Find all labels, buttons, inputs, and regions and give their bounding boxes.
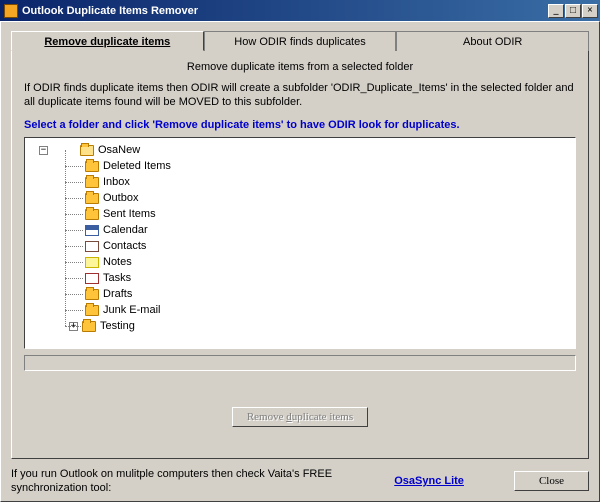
- tree-item-label: Sent Items: [103, 208, 156, 220]
- contacts-icon: [85, 241, 99, 252]
- tree-item[interactable]: Notes: [85, 254, 569, 270]
- tree-item[interactable]: Sent Items: [85, 206, 569, 222]
- tree-root[interactable]: − OsaNew: [39, 142, 569, 158]
- app-icon: [4, 4, 18, 18]
- collapse-icon[interactable]: −: [39, 146, 48, 155]
- progress-bar: [24, 355, 576, 371]
- notes-icon: [85, 257, 99, 268]
- tree-root-label: OsaNew: [98, 144, 140, 156]
- tree-item[interactable]: +Testing: [85, 318, 569, 334]
- window-close-button[interactable]: ×: [582, 4, 598, 18]
- tab-panel: Remove duplicate items from a selected f…: [11, 50, 589, 459]
- folder-icon: [85, 193, 99, 204]
- footer-bar: If you run Outlook on mulitple computers…: [11, 467, 589, 495]
- tab-hotkey: A: [463, 36, 470, 48]
- tree-item[interactable]: Tasks: [85, 270, 569, 286]
- minimize-button[interactable]: _: [548, 4, 564, 18]
- tree-item[interactable]: Drafts: [85, 286, 569, 302]
- panel-subtitle: Remove duplicate items from a selected f…: [24, 61, 576, 73]
- tab-label: ow ODIR finds duplicates: [242, 36, 366, 48]
- window-title: Outlook Duplicate Items Remover: [22, 5, 548, 17]
- folder-open-icon: [80, 145, 94, 156]
- tree-item-label: Junk E-mail: [103, 304, 160, 316]
- client-area: Remove duplicate items How ODIR finds du…: [0, 21, 600, 502]
- tab-label: Remove duplicate items: [44, 36, 170, 48]
- tree-item-label: Calendar: [103, 224, 148, 236]
- close-button[interactable]: Close: [514, 471, 589, 491]
- tree-item[interactable]: Junk E-mail: [85, 302, 569, 318]
- tree-item-label: Deleted Items: [103, 160, 171, 172]
- tab-about-odir[interactable]: About ODIR: [396, 31, 589, 51]
- osasync-lite-link[interactable]: OsaSync Lite: [364, 475, 494, 487]
- expand-icon[interactable]: +: [69, 322, 78, 331]
- folder-icon: [82, 321, 96, 332]
- tree-item[interactable]: Deleted Items: [85, 158, 569, 174]
- tree-item[interactable]: Outbox: [85, 190, 569, 206]
- tree-item-label: Inbox: [103, 176, 130, 188]
- button-label: Remove duplicate items: [247, 411, 353, 423]
- tab-how-odir-finds[interactable]: How ODIR finds duplicates: [204, 31, 397, 51]
- folder-icon: [85, 305, 99, 316]
- tree-item[interactable]: Calendar: [85, 222, 569, 238]
- tree-item-label: Notes: [103, 256, 132, 268]
- tab-remove-duplicates[interactable]: Remove duplicate items: [11, 31, 204, 51]
- footer-text: If you run Outlook on mulitple computers…: [11, 467, 344, 495]
- folder-icon: [85, 177, 99, 188]
- tasks-icon: [85, 273, 99, 284]
- maximize-button[interactable]: □: [565, 4, 581, 18]
- panel-help: If ODIR finds duplicate items then ODIR …: [24, 81, 576, 109]
- tab-hotkey: H: [234, 36, 242, 48]
- tree-item-label: Contacts: [103, 240, 146, 252]
- tab-label: bout ODIR: [470, 36, 522, 48]
- folder-icon: [85, 161, 99, 172]
- folder-icon: [85, 209, 99, 220]
- window-titlebar: Outlook Duplicate Items Remover _ □ ×: [0, 0, 600, 21]
- calendar-icon: [85, 225, 99, 236]
- tree-item[interactable]: Contacts: [85, 238, 569, 254]
- tree-item-label: Outbox: [103, 192, 138, 204]
- folder-icon: [85, 289, 99, 300]
- tree-item-label: Drafts: [103, 288, 132, 300]
- tree-item-label: Tasks: [103, 272, 131, 284]
- tabstrip: Remove duplicate items How ODIR finds du…: [11, 31, 589, 51]
- panel-instruction: Select a folder and click 'Remove duplic…: [24, 119, 576, 131]
- folder-tree[interactable]: − OsaNew Deleted Items Inbox Outbox Sent It…: [24, 137, 576, 349]
- tree-item[interactable]: Inbox: [85, 174, 569, 190]
- remove-duplicate-items-button[interactable]: Remove duplicate items: [232, 407, 368, 427]
- tree-item-label: Testing: [100, 320, 135, 332]
